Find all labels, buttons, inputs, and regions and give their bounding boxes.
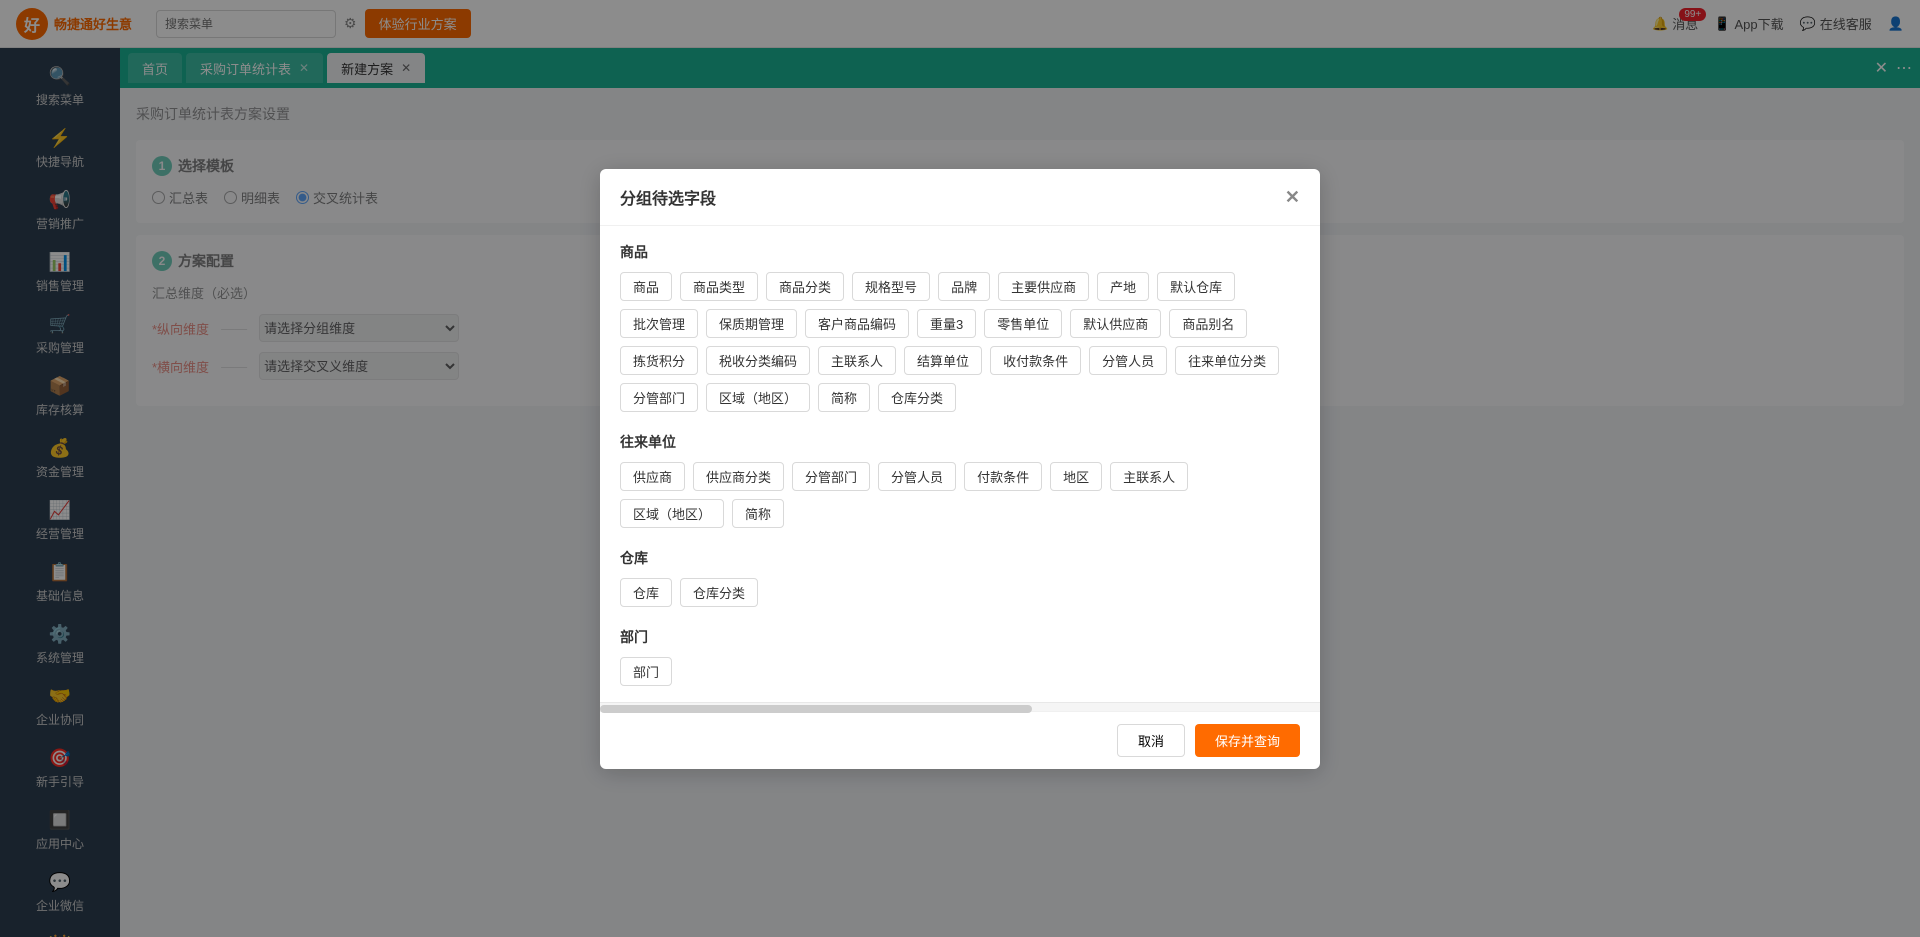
field-tag-0-22[interactable]: 分管部门	[620, 383, 698, 412]
field-tag-0-5[interactable]: 主要供应商	[998, 272, 1089, 301]
field-tag-0-11[interactable]: 重量3	[917, 309, 976, 338]
field-tag-0-6[interactable]: 产地	[1097, 272, 1149, 301]
field-tag-1-6[interactable]: 主联系人	[1110, 462, 1188, 491]
field-tag-0-19[interactable]: 收付款条件	[990, 346, 1081, 375]
field-tag-1-7[interactable]: 区域（地区）	[620, 499, 724, 528]
modal-hscroll-thumb	[600, 705, 1032, 713]
modal-overlay: 分组待选字段 ✕ 商品商品商品类型商品分类规格型号品牌主要供应商产地默认仓库批次…	[0, 0, 1920, 937]
field-tag-0-13[interactable]: 默认供应商	[1070, 309, 1161, 338]
field-section-title-3: 部门	[620, 627, 1300, 647]
field-tag-0-9[interactable]: 保质期管理	[706, 309, 797, 338]
modal: 分组待选字段 ✕ 商品商品商品类型商品分类规格型号品牌主要供应商产地默认仓库批次…	[600, 169, 1320, 769]
field-tag-2-1[interactable]: 仓库分类	[680, 578, 758, 607]
field-tag-0-16[interactable]: 税收分类编码	[706, 346, 810, 375]
modal-close-icon[interactable]: ✕	[1285, 188, 1300, 206]
field-tags-2: 仓库仓库分类	[620, 578, 1300, 607]
field-tag-1-5[interactable]: 地区	[1050, 462, 1102, 491]
field-tag-0-0[interactable]: 商品	[620, 272, 672, 301]
field-tag-1-0[interactable]: 供应商	[620, 462, 685, 491]
field-section-title-1: 往来单位	[620, 432, 1300, 452]
cancel-button[interactable]: 取消	[1117, 724, 1185, 757]
field-tag-1-3[interactable]: 分管人员	[878, 462, 956, 491]
field-tag-0-1[interactable]: 商品类型	[680, 272, 758, 301]
field-tag-0-10[interactable]: 客户商品编码	[805, 309, 909, 338]
confirm-button[interactable]: 保存并查询	[1195, 724, 1300, 757]
field-section-3: 部门部门	[620, 627, 1300, 686]
field-tag-0-3[interactable]: 规格型号	[852, 272, 930, 301]
field-section-1: 往来单位供应商供应商分类分管部门分管人员付款条件地区主联系人区域（地区） 简称	[620, 432, 1300, 528]
field-tag-0-18[interactable]: 结算单位	[904, 346, 982, 375]
field-tag-0-7[interactable]: 默认仓库	[1157, 272, 1235, 301]
modal-footer: 取消 保存并查询	[600, 711, 1320, 769]
field-section-title-0: 商品	[620, 242, 1300, 262]
field-tag-1-4[interactable]: 付款条件	[964, 462, 1042, 491]
modal-body[interactable]: 商品商品商品类型商品分类规格型号品牌主要供应商产地默认仓库批次管理保质期管理客户…	[600, 226, 1320, 702]
field-tag-2-0[interactable]: 仓库	[620, 578, 672, 607]
modal-header: 分组待选字段 ✕	[600, 169, 1320, 226]
field-tag-0-14[interactable]: 商品别名	[1169, 309, 1247, 338]
modal-hscroll[interactable]	[600, 702, 1320, 711]
field-tags-3: 部门	[620, 657, 1300, 686]
field-tags-0: 商品商品类型商品分类规格型号品牌主要供应商产地默认仓库批次管理保质期管理客户商品…	[620, 272, 1300, 412]
modal-title: 分组待选字段	[620, 185, 716, 209]
field-tag-3-0[interactable]: 部门	[620, 657, 672, 686]
field-tag-0-21[interactable]: 往来单位分类	[1175, 346, 1279, 375]
field-tag-0-23[interactable]: 区域（地区）	[706, 383, 810, 412]
field-tag-0-12[interactable]: 零售单位	[984, 309, 1062, 338]
field-tag-0-20[interactable]: 分管人员	[1089, 346, 1167, 375]
field-tag-0-15[interactable]: 拣货积分	[620, 346, 698, 375]
field-tag-0-4[interactable]: 品牌	[938, 272, 990, 301]
field-tag-0-25[interactable]: 仓库分类	[878, 383, 956, 412]
field-tag-1-8[interactable]: 简称	[732, 499, 784, 528]
field-tag-1-2[interactable]: 分管部门	[792, 462, 870, 491]
field-tag-0-2[interactable]: 商品分类	[766, 272, 844, 301]
field-section-2: 仓库仓库仓库分类	[620, 548, 1300, 607]
field-tag-0-17[interactable]: 主联系人	[818, 346, 896, 375]
field-section-0: 商品商品商品类型商品分类规格型号品牌主要供应商产地默认仓库批次管理保质期管理客户…	[620, 242, 1300, 412]
field-section-title-2: 仓库	[620, 548, 1300, 568]
field-tag-1-1[interactable]: 供应商分类	[693, 462, 784, 491]
field-tags-1: 供应商供应商分类分管部门分管人员付款条件地区主联系人区域（地区） 简称	[620, 462, 1300, 528]
field-tag-0-24[interactable]: 简称	[818, 383, 870, 412]
field-tag-0-8[interactable]: 批次管理	[620, 309, 698, 338]
